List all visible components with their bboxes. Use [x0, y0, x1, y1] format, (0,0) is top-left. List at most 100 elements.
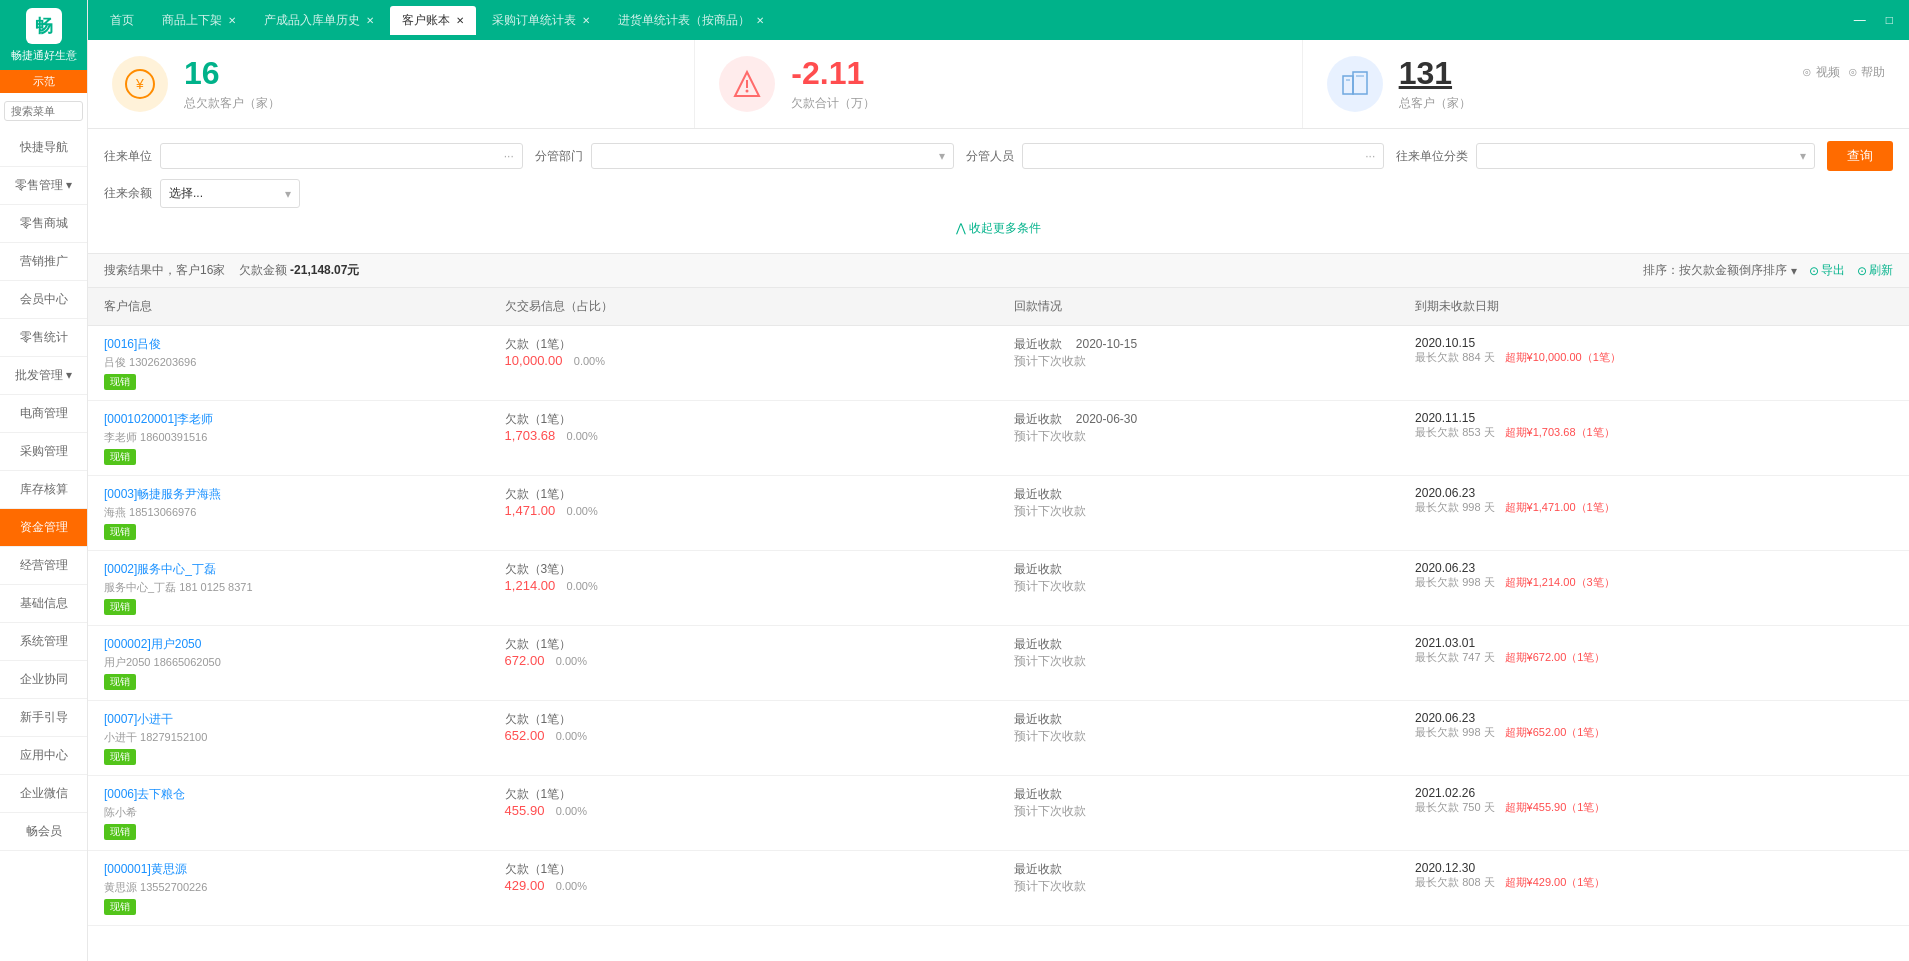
sidebar-item-finance[interactable]: 资金管理 — [0, 509, 87, 547]
customer-cell-3: [0002]服务中心_丁磊 服务中心_丁磊 181 0125 8371 现销 — [88, 551, 489, 626]
balance-select[interactable]: 选择... ▾ — [160, 179, 300, 208]
sidebar-item-app-center[interactable]: 应用中心 — [0, 737, 87, 775]
refresh-btn[interactable]: ⊙ 刷新 — [1857, 262, 1893, 279]
customer-phone-4: 用户2050 18665062050 — [104, 655, 473, 670]
overdue-link-1[interactable]: 超期¥1,703.68（1笔） — [1505, 426, 1615, 438]
collapse-filter-btn[interactable]: ⋀ 收起更多条件 — [104, 216, 1893, 241]
overdue-info-2: 最长欠款 998 天 超期¥1,471.00（1笔） — [1415, 500, 1893, 515]
sidebar-item-member-center[interactable]: 会员中心 — [0, 281, 87, 319]
overdue-link-7[interactable]: 超期¥429.00（1笔） — [1505, 876, 1606, 888]
collapse-up-icon: ⋀ — [956, 221, 966, 235]
sidebar-item-enterprise-collab[interactable]: 企业协同 — [0, 661, 87, 699]
sidebar-item-wholesale-mgmt[interactable]: 批发管理 ▾ — [0, 357, 87, 395]
tab-product-listing[interactable]: 商品上下架 ✕ — [150, 6, 248, 35]
tab-production-history[interactable]: 产成品入库单历史 ✕ — [252, 6, 386, 35]
customer-tag-0: 现销 — [104, 374, 136, 390]
sidebar-item-new-guide[interactable]: 新手引导 — [0, 699, 87, 737]
sidebar-item-marketing[interactable]: 营销推广 — [0, 243, 87, 281]
sidebar-item-ecommerce[interactable]: 电商管理 — [0, 395, 87, 433]
tab-close-product-listing[interactable]: ✕ — [228, 15, 236, 26]
query-button[interactable]: 查询 — [1827, 141, 1893, 171]
sort-select[interactable]: 排序：按欠款金额倒序排序 ▾ — [1643, 262, 1797, 279]
svg-rect-6 — [1353, 72, 1367, 94]
tab-close-production-history[interactable]: ✕ — [366, 15, 374, 26]
video-help-btn[interactable]: ⊙ 视频 — [1802, 64, 1839, 81]
dept-select[interactable]: ▾ — [591, 143, 954, 169]
search-input[interactable] — [4, 101, 83, 121]
stat-content-total-customers: 131 总客户（家） — [1399, 56, 1471, 112]
customer-tag-3: 现销 — [104, 599, 136, 615]
customer-name-3[interactable]: [0002]服务中心_丁磊 — [104, 561, 473, 578]
tab-purchase-order-stats[interactable]: 采购订单统计表 ✕ — [480, 6, 602, 35]
sidebar-search-container — [0, 93, 87, 129]
customer-name-1[interactable]: [0001020001]李老师 — [104, 411, 473, 428]
recent-payment-label-2: 最近收款 — [1014, 486, 1383, 503]
sidebar-item-inventory[interactable]: 库存核算 — [0, 471, 87, 509]
sidebar-item-system-mgmt[interactable]: 系统管理 — [0, 623, 87, 661]
customer-cell-5: [0007]小进干 小进干 18279152100 现销 — [88, 701, 489, 776]
table-row: [000002]用户2050 用户2050 18665062050 现销 欠款（… — [88, 626, 1909, 701]
unit-category-select[interactable]: ▾ — [1476, 143, 1815, 169]
brand-label[interactable]: 示范 — [0, 70, 87, 93]
customer-tag-2: 现销 — [104, 524, 136, 540]
overdue-link-5[interactable]: 超期¥652.00（1笔） — [1505, 726, 1606, 738]
overdue-link-2[interactable]: 超期¥1,471.00（1笔） — [1505, 501, 1615, 513]
recent-payment-label-5: 最近收款 — [1014, 711, 1383, 728]
help-btn[interactable]: ⊙ 帮助 — [1848, 64, 1885, 81]
col-header-customer: 客户信息 — [88, 288, 489, 326]
customer-phone-6: 陈小希 — [104, 805, 473, 820]
tab-home[interactable]: 首页 — [98, 6, 146, 35]
customer-name-0[interactable]: [0016]吕俊 — [104, 336, 473, 353]
person-dots-icon[interactable]: ··· — [1365, 149, 1375, 163]
customer-tag-4: 现销 — [104, 674, 136, 690]
stat-number-total-customers: 131 — [1399, 56, 1471, 91]
sidebar-item-retail-mall[interactable]: 零售商城 — [0, 205, 87, 243]
sidebar-logo[interactable]: 畅 畅捷通好生意 — [0, 0, 87, 70]
customer-cell-4: [000002]用户2050 用户2050 18665062050 现销 — [88, 626, 489, 701]
recent-payment-label-6: 最近收款 — [1014, 786, 1383, 803]
tab-close-customer-account[interactable]: ✕ — [456, 15, 464, 26]
results-bar: 搜索结果中，客户16家 欠款金额 -21,148.07元 排序：按欠款金额倒序排… — [88, 254, 1909, 288]
sidebar-item-quick-nav[interactable]: 快捷导航 — [0, 129, 87, 167]
recovery-cell-0: 最近收款 2020-10-15 预计下次收款 — [998, 326, 1399, 401]
debt-cell-5: 欠款（1笔） 652.00 0.00% — [489, 701, 999, 776]
overdue-link-4[interactable]: 超期¥672.00（1笔） — [1505, 651, 1606, 663]
sidebar-item-purchase-mgmt[interactable]: 采购管理 — [0, 433, 87, 471]
customer-name-2[interactable]: [0003]畅捷服务尹海燕 — [104, 486, 473, 503]
overdue-link-6[interactable]: 超期¥455.90（1笔） — [1505, 801, 1606, 813]
overdue-date-3: 2020.06.23 — [1415, 561, 1893, 575]
customer-name-6[interactable]: [0006]去下粮仓 — [104, 786, 473, 803]
logo-icon: 畅 — [26, 8, 62, 44]
customer-cell-2: [0003]畅捷服务尹海燕 海燕 18513066976 现销 — [88, 476, 489, 551]
window-maximize-btn[interactable]: □ — [1880, 11, 1899, 29]
debt-cell-3: 欠款（3笔） 1,214.00 0.00% — [489, 551, 999, 626]
customer-name-7[interactable]: [000001]黄思源 — [104, 861, 473, 878]
export-btn[interactable]: ⊙ 导出 — [1809, 262, 1845, 279]
sidebar-item-retail-stats[interactable]: 零售统计 — [0, 319, 87, 357]
debt-amount-7: 429.00 0.00% — [505, 878, 983, 893]
sidebar-item-business-mgmt[interactable]: 经营管理 — [0, 547, 87, 585]
sidebar-item-basic-info[interactable]: 基础信息 — [0, 585, 87, 623]
source-unit-dots-icon[interactable]: ··· — [504, 149, 514, 163]
customer-name-4[interactable]: [000002]用户2050 — [104, 636, 473, 653]
overdue-link-3[interactable]: 超期¥1,214.00（3笔） — [1505, 576, 1615, 588]
window-minimize-btn[interactable]: — — [1848, 11, 1872, 29]
source-unit-input[interactable]: ··· — [160, 143, 523, 169]
person-input[interactable]: ··· — [1022, 143, 1385, 169]
tab-close-purchase-order-stats[interactable]: ✕ — [582, 15, 590, 26]
sidebar-nav: 快捷导航 零售管理 ▾ 零售商城 营销推广 会员中心 零售统计 批发管理 ▾ 电… — [0, 129, 87, 961]
table-row: [0002]服务中心_丁磊 服务中心_丁磊 181 0125 8371 现销 欠… — [88, 551, 1909, 626]
tab-close-inventory-stats[interactable]: ✕ — [756, 15, 764, 26]
col-header-debt: 欠交易信息（占比） — [489, 288, 999, 326]
sidebar-item-enterprise-wechat[interactable]: 企业微信 — [0, 775, 87, 813]
tab-inventory-stats[interactable]: 进货单统计表（按商品） ✕ — [606, 6, 776, 35]
tab-customer-account[interactable]: 客户账本 ✕ — [390, 6, 476, 35]
sidebar-item-retail-mgmt[interactable]: 零售管理 ▾ — [0, 167, 87, 205]
sidebar-item-free-member[interactable]: 畅会员 — [0, 813, 87, 851]
next-payment-label-2: 预计下次收款 — [1014, 503, 1383, 520]
overdue-link-0[interactable]: 超期¥10,000.00（1笔） — [1505, 351, 1621, 363]
table-row: [000001]黄思源 黄思源 13552700226 现销 欠款（1笔） 42… — [88, 851, 1909, 926]
stat-content-debt-total: -2.11 欠款合计（万） — [791, 56, 875, 112]
customer-tag-5: 现销 — [104, 749, 136, 765]
customer-name-5[interactable]: [0007]小进干 — [104, 711, 473, 728]
